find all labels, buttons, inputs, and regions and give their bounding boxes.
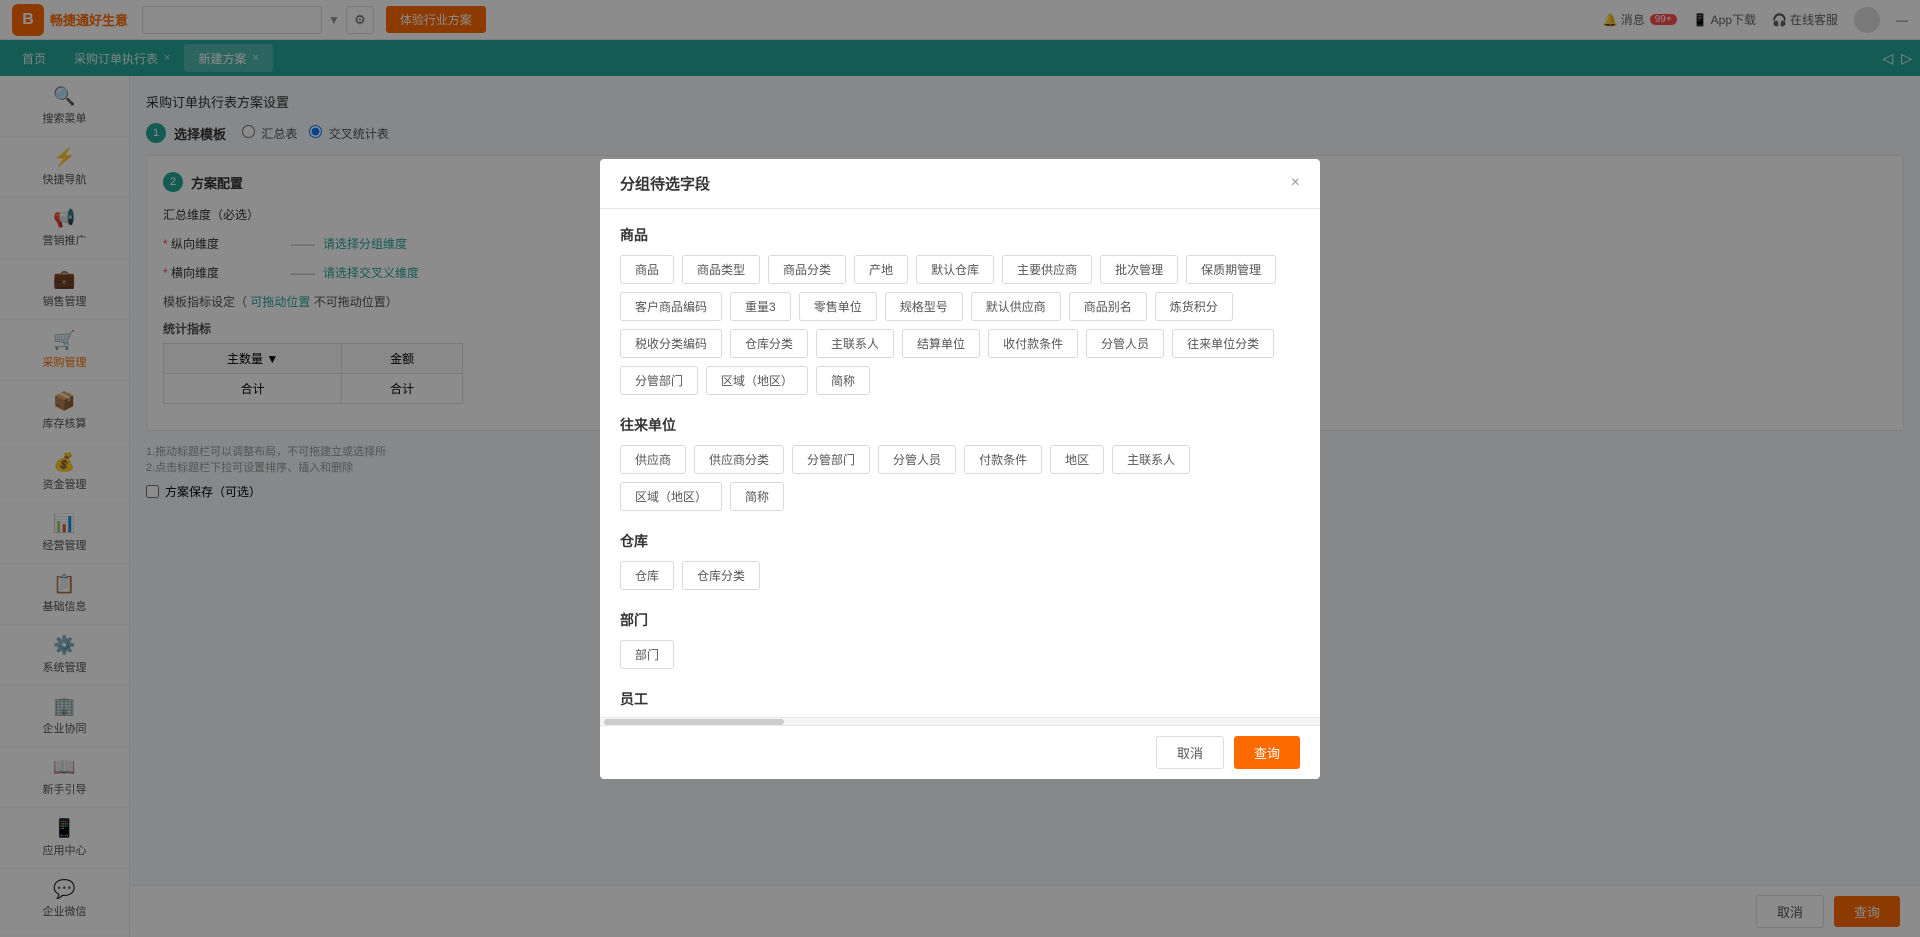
field-tag-retail-unit[interactable]: 零售单位	[799, 292, 877, 321]
department-field-tags: 部门	[620, 640, 1300, 669]
field-section-department: 部门 部门	[620, 610, 1300, 669]
field-tag-warehouse-cat[interactable]: 仓库分类	[682, 561, 760, 590]
field-tag-spec-model[interactable]: 规格型号	[885, 292, 963, 321]
field-tag-default-supplier[interactable]: 默认供应商	[971, 292, 1061, 321]
modal-confirm-button[interactable]: 查询	[1234, 736, 1300, 769]
partner-section-title: 往来单位	[620, 415, 1300, 435]
modal-overlay: 分组待选字段 × 商品 商品 商品类型 商品分类 产地 默认仓库 主要供应商 批…	[0, 0, 1920, 937]
modal-cancel-button[interactable]: 取消	[1156, 736, 1224, 769]
field-tag-default-warehouse[interactable]: 默认仓库	[916, 255, 994, 284]
field-tag-points[interactable]: 炼货积分	[1155, 292, 1233, 321]
partner-field-tags: 供应商 供应商分类 分管部门 分管人员 付款条件 地区 主联系人 区域（地区） …	[620, 445, 1300, 511]
field-tag-warehouse-category[interactable]: 仓库分类	[730, 329, 808, 358]
warehouse-field-tags: 仓库 仓库分类	[620, 561, 1300, 590]
field-tag-payment-terms[interactable]: 收付款条件	[988, 329, 1078, 358]
goods-section-title: 商品	[620, 225, 1300, 245]
department-section-title: 部门	[620, 610, 1300, 630]
field-tag-area[interactable]: 地区	[1050, 445, 1104, 474]
field-tag-supervisor[interactable]: 分管人员	[1086, 329, 1164, 358]
field-tag-warehouse[interactable]: 仓库	[620, 561, 674, 590]
warehouse-section-title: 仓库	[620, 531, 1300, 551]
field-tag-goods-type[interactable]: 商品类型	[682, 255, 760, 284]
modal-horizontal-scrollbar[interactable]	[600, 717, 1320, 725]
field-tag-main-supplier[interactable]: 主要供应商	[1002, 255, 1092, 284]
field-tag-supervisor-dept[interactable]: 分管部门	[620, 366, 698, 395]
field-tag-goods-category[interactable]: 商品分类	[768, 255, 846, 284]
modal: 分组待选字段 × 商品 商品 商品类型 商品分类 产地 默认仓库 主要供应商 批…	[600, 159, 1320, 779]
horizontal-scrollbar-thumb[interactable]	[604, 719, 784, 725]
field-section-goods: 商品 商品 商品类型 商品分类 产地 默认仓库 主要供应商 批次管理 保质期管理…	[620, 225, 1300, 395]
field-tag-goods[interactable]: 商品	[620, 255, 674, 284]
field-tag-origin[interactable]: 产地	[854, 255, 908, 284]
field-section-employee: 员工 业务员	[620, 689, 1300, 717]
field-tag-supplier[interactable]: 供应商	[620, 445, 686, 474]
field-tag-settlement-unit[interactable]: 结算单位	[902, 329, 980, 358]
field-tag-partner-supervisor[interactable]: 分管人员	[878, 445, 956, 474]
field-tag-shelf-life[interactable]: 保质期管理	[1186, 255, 1276, 284]
field-section-warehouse: 仓库 仓库 仓库分类	[620, 531, 1300, 590]
field-tag-weight3[interactable]: 重量3	[730, 292, 791, 321]
field-tag-main-contact2[interactable]: 主联系人	[1112, 445, 1190, 474]
field-tag-goods-alias[interactable]: 商品别名	[1069, 292, 1147, 321]
employee-section-title: 员工	[620, 689, 1300, 709]
field-tag-partner-category[interactable]: 往来单位分类	[1172, 329, 1274, 358]
field-tag-payment-terms2[interactable]: 付款条件	[964, 445, 1042, 474]
field-tag-short-name[interactable]: 简称	[816, 366, 870, 395]
field-tag-main-contact[interactable]: 主联系人	[816, 329, 894, 358]
field-tag-partner-dept[interactable]: 分管部门	[792, 445, 870, 474]
field-tag-region[interactable]: 区域（地区）	[706, 366, 808, 395]
modal-body: 商品 商品 商品类型 商品分类 产地 默认仓库 主要供应商 批次管理 保质期管理…	[600, 209, 1320, 717]
field-tag-region2[interactable]: 区域（地区）	[620, 482, 722, 511]
modal-close-button[interactable]: ×	[1291, 174, 1300, 192]
field-tag-batch-mgmt[interactable]: 批次管理	[1100, 255, 1178, 284]
field-tag-customer-code[interactable]: 客户商品编码	[620, 292, 722, 321]
field-tag-supplier-category[interactable]: 供应商分类	[694, 445, 784, 474]
modal-header: 分组待选字段 ×	[600, 159, 1320, 209]
modal-footer: 取消 查询	[600, 725, 1320, 779]
field-tag-short-name2[interactable]: 简称	[730, 482, 784, 511]
field-tag-tax-code[interactable]: 税收分类编码	[620, 329, 722, 358]
modal-title: 分组待选字段	[620, 173, 710, 194]
field-section-partner: 往来单位 供应商 供应商分类 分管部门 分管人员 付款条件 地区 主联系人 区域…	[620, 415, 1300, 511]
goods-field-tags: 商品 商品类型 商品分类 产地 默认仓库 主要供应商 批次管理 保质期管理 客户…	[620, 255, 1300, 395]
field-tag-department[interactable]: 部门	[620, 640, 674, 669]
